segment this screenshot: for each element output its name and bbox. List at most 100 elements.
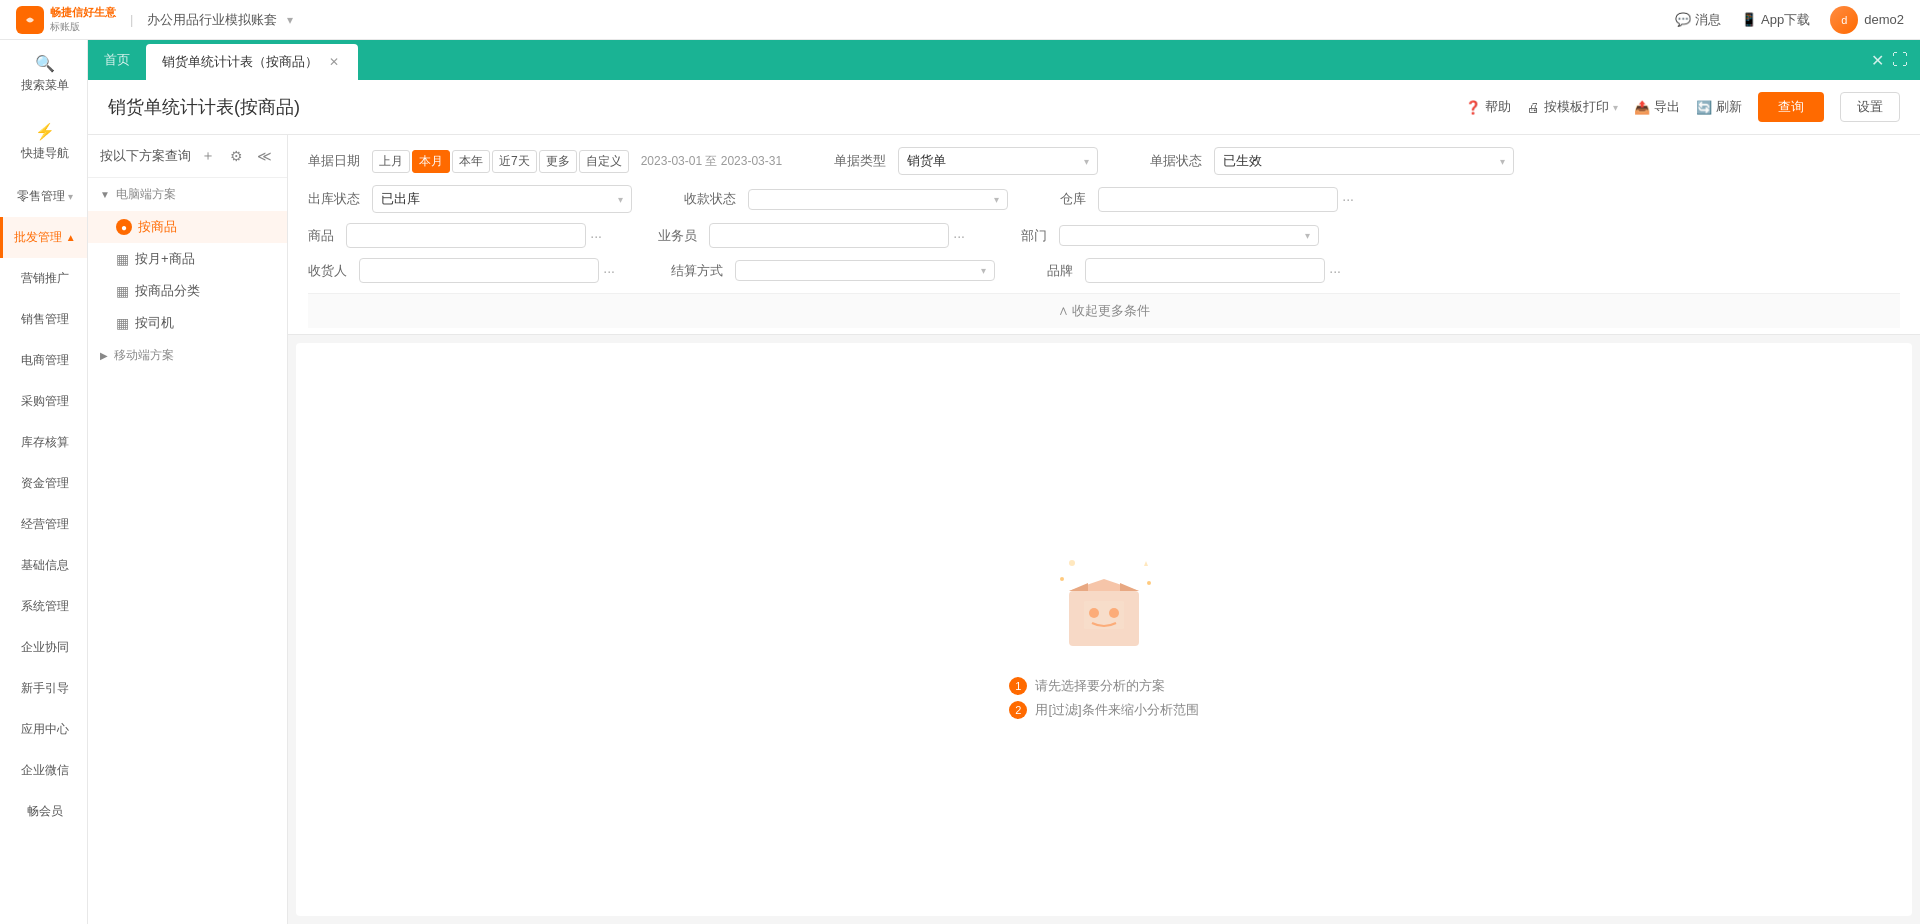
- out-status-select[interactable]: 已出库 ▾: [372, 185, 632, 213]
- app-download-action[interactable]: 📱 App下载: [1741, 11, 1810, 29]
- date-btn-this-year[interactable]: 本年: [452, 150, 490, 173]
- print-arrow-icon: ▾: [1613, 102, 1618, 113]
- department-select[interactable]: ▾: [1059, 225, 1319, 246]
- month-goods-icon: ▦: [116, 251, 129, 267]
- close-window-icon[interactable]: ✕: [1871, 51, 1884, 70]
- export-icon: 📤: [1634, 100, 1650, 115]
- receipt-status-label: 收款状态: [684, 190, 736, 208]
- sidebar-item-newbie[interactable]: 新手引导: [0, 668, 87, 709]
- tab-home[interactable]: 首页: [88, 40, 146, 80]
- sidebar-item-inventory[interactable]: 库存核算: [0, 422, 87, 463]
- scheme-collapse-btn[interactable]: ≪: [253, 145, 275, 167]
- app-industry-title[interactable]: 办公用品行业模拟账套: [147, 11, 277, 29]
- sidebar-item-operations[interactable]: 经营管理: [0, 504, 87, 545]
- sidebar-item-search[interactable]: 🔍 搜索菜单: [0, 40, 87, 108]
- tip-text-2: 用[过滤]条件来缩小分析范围: [1035, 701, 1198, 719]
- brand-dots-icon[interactable]: ···: [1325, 263, 1345, 279]
- sidebar-item-wholesale[interactable]: 批发管理 ▲: [0, 217, 87, 258]
- tip-num-1: 1: [1009, 677, 1027, 695]
- sidebar-item-finance[interactable]: 资金管理: [0, 463, 87, 504]
- logo-text: 畅捷信好生意 标账版: [50, 5, 116, 34]
- sidebar-item-purchase[interactable]: 采购管理: [0, 381, 87, 422]
- warehouse-dots-icon[interactable]: ···: [1338, 191, 1358, 207]
- tab-bar: 首页 销货单统计计表（按商品） ✕ ✕ ⛶: [88, 40, 1920, 80]
- doc-status-select[interactable]: 已生效 ▾: [1214, 147, 1514, 175]
- sidebar-item-corpwechat[interactable]: 企业微信: [0, 750, 87, 791]
- tab-stats[interactable]: 销货单统计计表（按商品） ✕: [146, 44, 358, 80]
- logo-icon: [16, 6, 44, 34]
- sidebar-item-sales[interactable]: 销售管理: [0, 299, 87, 340]
- scheme-tools: ＋ ⚙ ≪: [197, 145, 275, 167]
- payment-label: 结算方式: [671, 262, 723, 280]
- search-sidebar-icon: 🔍: [9, 54, 81, 73]
- doc-type-select[interactable]: 销货单 ▾: [898, 147, 1098, 175]
- brand-label: 品牌: [1047, 262, 1073, 280]
- sidebar-item-system[interactable]: 系统管理: [0, 586, 87, 627]
- scheme-group-pc: ▼ 电脑端方案 ● 按商品 ▦ 按月+商品 ▦ 按商品分类: [88, 178, 287, 339]
- date-label: 单据日期: [308, 152, 360, 170]
- scheme-settings-btn[interactable]: ⚙: [225, 145, 247, 167]
- refresh-button[interactable]: 🔄 刷新: [1696, 98, 1742, 116]
- scheme-add-btn[interactable]: ＋: [197, 145, 219, 167]
- user-name-label: demo2: [1864, 12, 1904, 27]
- payment-select[interactable]: ▾: [735, 260, 995, 281]
- scheme-gear-icon: ⚙: [230, 148, 243, 164]
- empty-tip-1: 1 请先选择要分析的方案: [1009, 677, 1198, 695]
- query-button[interactable]: 查询: [1758, 92, 1824, 122]
- message-action[interactable]: 💬 消息: [1675, 11, 1721, 29]
- date-btn-more[interactable]: 更多: [539, 150, 577, 173]
- date-btn-this-month[interactable]: 本月: [412, 150, 450, 173]
- header-left: 畅捷信好生意 标账版 | 办公用品行业模拟账套 ▾: [16, 5, 293, 34]
- goods-dots-icon[interactable]: ···: [586, 228, 606, 244]
- date-btn-last-month[interactable]: 上月: [372, 150, 410, 173]
- collapse-conditions-btn[interactable]: ∧ 收起更多条件: [308, 293, 1900, 328]
- out-status-arrow-icon: ▾: [618, 194, 623, 205]
- export-button[interactable]: 📤 导出: [1634, 98, 1680, 116]
- warehouse-input[interactable]: [1098, 187, 1338, 212]
- sidebar-item-membership[interactable]: 畅会员: [0, 791, 87, 832]
- sidebar-item-retail[interactable]: 零售管理 ▾: [0, 176, 87, 217]
- scheme-item-by-category[interactable]: ▦ 按商品分类: [88, 275, 287, 307]
- salesperson-input[interactable]: [709, 223, 949, 248]
- date-btn-custom[interactable]: 自定义: [579, 150, 629, 173]
- sidebar-item-appcenter[interactable]: 应用中心: [0, 709, 87, 750]
- scheme-item-by-goods[interactable]: ● 按商品: [88, 211, 287, 243]
- recipient-dots-icon[interactable]: ···: [599, 263, 619, 279]
- sidebar-item-enterprise[interactable]: 企业协同: [0, 627, 87, 668]
- svg-point-4: [1109, 608, 1119, 618]
- receipt-status-select[interactable]: ▾: [748, 189, 1008, 210]
- help-icon: ❓: [1465, 100, 1481, 115]
- sidebar-item-ecommerce[interactable]: 电商管理: [0, 340, 87, 381]
- settings-button[interactable]: 设置: [1840, 92, 1900, 122]
- right-panel: 单据日期 上月 本月 本年 近7天 更多 自定义 2023-03-01 至 20…: [288, 135, 1920, 924]
- receipt-status-arrow-icon: ▾: [994, 194, 999, 205]
- goods-input[interactable]: [346, 223, 586, 248]
- maximize-window-icon[interactable]: ⛶: [1892, 51, 1908, 69]
- scheme-sidebar: 按以下方案查询 ＋ ⚙ ≪ ▼: [88, 135, 288, 924]
- help-button[interactable]: ❓ 帮助: [1465, 98, 1511, 116]
- brand-input[interactable]: [1085, 258, 1325, 283]
- empty-tip-2: 2 用[过滤]条件来缩小分析范围: [1009, 701, 1198, 719]
- scheme-group-mobile-title[interactable]: ▶ 移动端方案: [88, 339, 287, 372]
- user-profile[interactable]: d demo2: [1830, 6, 1904, 34]
- tab-close-icon[interactable]: ✕: [326, 54, 342, 70]
- page-title: 销货单统计计表(按商品): [108, 95, 300, 119]
- category-icon: ▦: [116, 283, 129, 299]
- svg-point-5: [1060, 577, 1064, 581]
- sidebar-item-quicknav[interactable]: ⚡ 快捷导航: [0, 108, 87, 176]
- scheme-item-by-month-goods[interactable]: ▦ 按月+商品: [88, 243, 287, 275]
- industry-dropdown-icon[interactable]: ▾: [287, 13, 293, 27]
- recipient-input[interactable]: [359, 258, 599, 283]
- tip-text-1: 请先选择要分析的方案: [1035, 677, 1165, 695]
- phone-icon: 📱: [1741, 12, 1757, 27]
- department-arrow-icon: ▾: [1305, 230, 1310, 241]
- scheme-group-pc-title[interactable]: ▼ 电脑端方案: [88, 178, 287, 211]
- wholesale-arrow: ▲: [66, 232, 76, 243]
- salesperson-dots-icon[interactable]: ···: [949, 228, 969, 244]
- scheme-group-mobile: ▶ 移动端方案: [88, 339, 287, 372]
- scheme-item-by-clerk[interactable]: ▦ 按司机: [88, 307, 287, 339]
- sidebar-item-marketing[interactable]: 营销推广: [0, 258, 87, 299]
- sidebar-item-basic[interactable]: 基础信息: [0, 545, 87, 586]
- print-button[interactable]: 🖨 按模板打印 ▾: [1527, 98, 1618, 116]
- date-btn-7days[interactable]: 近7天: [492, 150, 537, 173]
